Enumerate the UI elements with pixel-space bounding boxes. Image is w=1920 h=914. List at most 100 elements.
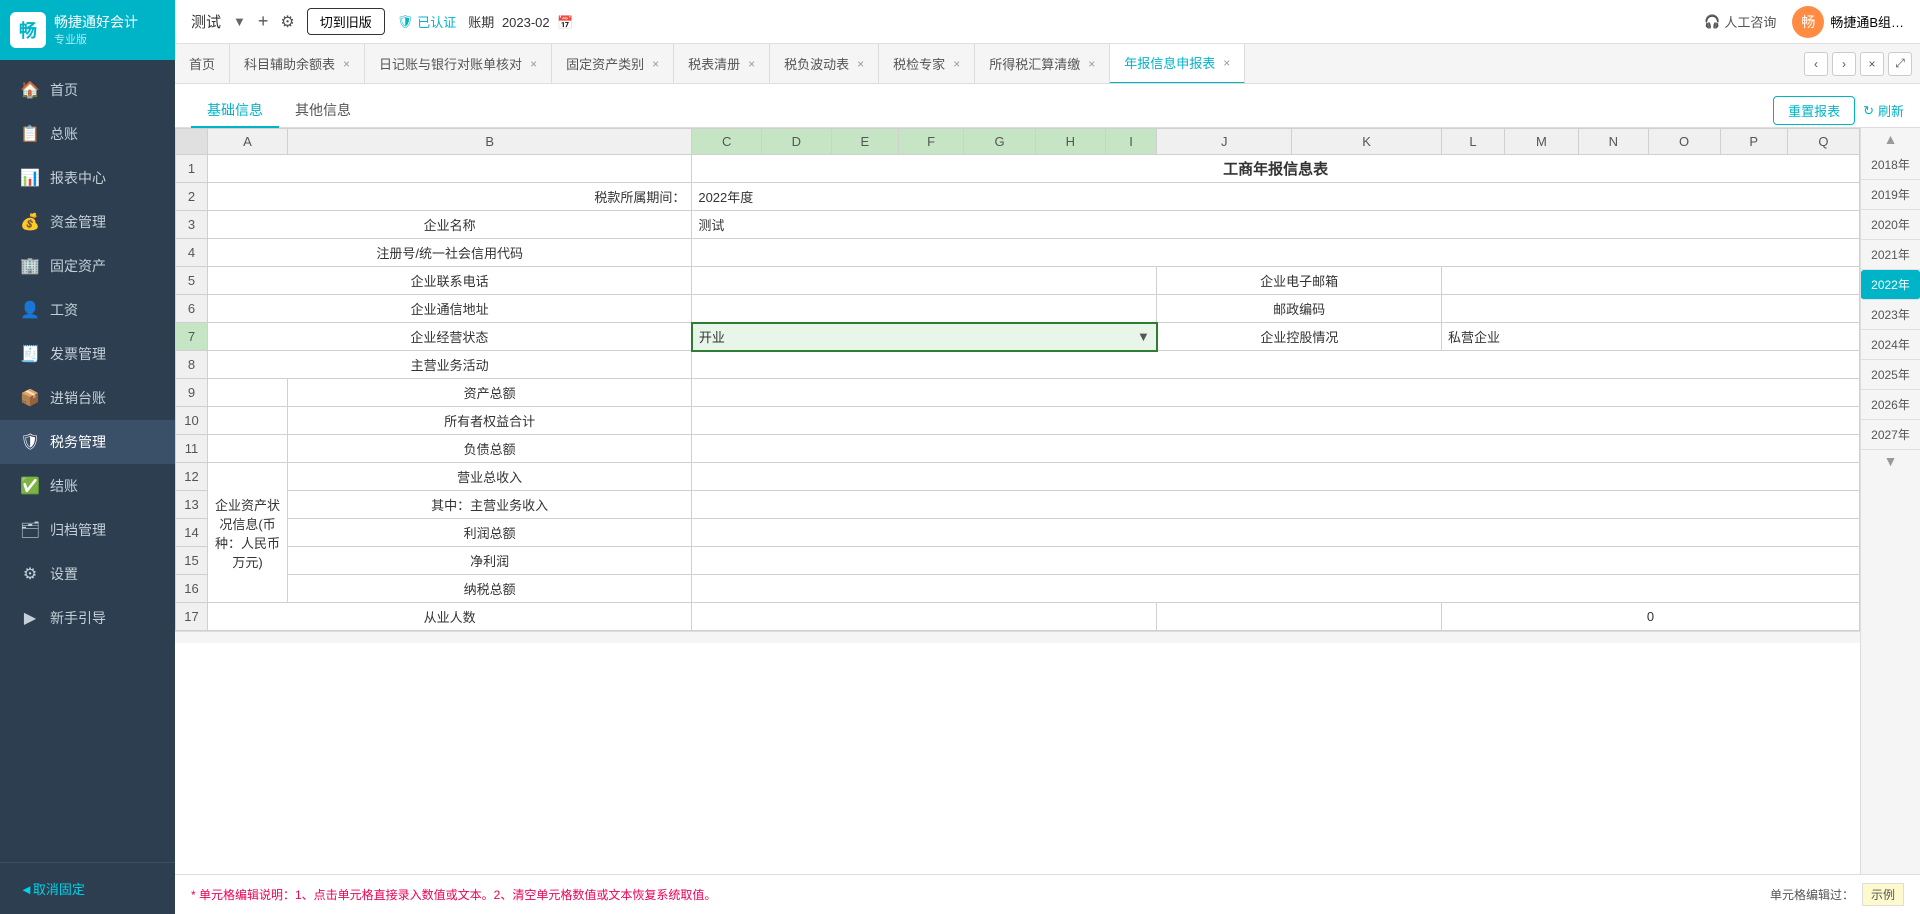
tab-close-icon[interactable]: × <box>343 57 350 71</box>
reset-report-button[interactable]: 重置报表 <box>1773 96 1855 125</box>
col-header-B[interactable]: B <box>288 129 692 155</box>
col-header-E[interactable]: E <box>831 129 898 155</box>
sidebar-fix-button[interactable]: ◄取消固定 <box>10 873 165 904</box>
cell-8-value[interactable] <box>692 351 1860 379</box>
sidebar-item-总账[interactable]: 📋总账 <box>0 112 175 156</box>
cell-7-dropdown[interactable]: 开业 ▼ <box>692 323 1157 351</box>
year-2027[interactable]: 2027年 <box>1861 420 1920 450</box>
consult-button[interactable]: 🎧 人工咨询 <box>1704 12 1776 31</box>
year-2026[interactable]: 2026年 <box>1861 390 1920 420</box>
tab-next-button[interactable]: › <box>1832 52 1856 76</box>
tab-close-icon[interactable]: × <box>1223 56 1230 70</box>
tab-home[interactable]: 首页 <box>175 44 230 84</box>
year-2023[interactable]: 2023年 <box>1861 300 1920 330</box>
year-2018[interactable]: 2018年 <box>1861 150 1920 180</box>
cell-11-A[interactable] <box>208 435 288 463</box>
col-header-F[interactable]: F <box>898 129 963 155</box>
cell-1-title[interactable]: 工商年报信息表 <box>692 155 1860 183</box>
col-header-L[interactable]: L <box>1441 129 1504 155</box>
tab-journal-bank[interactable]: 日记账与银行对账单核对 × <box>365 44 552 84</box>
cell-17-value[interactable] <box>692 603 1157 631</box>
tab-prev-button[interactable]: ‹ <box>1804 52 1828 76</box>
col-header-C[interactable]: C <box>692 129 762 155</box>
tab-annual-report[interactable]: 年报信息申报表 × <box>1110 44 1245 84</box>
cell-5-right-value[interactable] <box>1441 267 1859 295</box>
cell-4-value[interactable] <box>692 239 1860 267</box>
tab-close-icon[interactable]: × <box>652 57 659 71</box>
col-header-P[interactable]: P <box>1720 129 1787 155</box>
sidebar-item-资金管理[interactable]: 💰资金管理 <box>0 200 175 244</box>
cell-9-A[interactable] <box>208 379 288 407</box>
subtab-other-info[interactable]: 其他信息 <box>279 94 367 128</box>
year-2025[interactable]: 2025年 <box>1861 360 1920 390</box>
cell-14-value[interactable] <box>692 519 1860 547</box>
cell-13-value[interactable] <box>692 491 1860 519</box>
sidebar-item-工资[interactable]: 👤工资 <box>0 288 175 332</box>
subtab-basic-info[interactable]: 基础信息 <box>191 94 279 128</box>
cell-10-A[interactable] <box>208 407 288 435</box>
year-2020[interactable]: 2020年 <box>1861 210 1920 240</box>
sidebar-item-首页[interactable]: 🏠首页 <box>0 68 175 112</box>
year-2022[interactable]: 2022年 <box>1861 270 1920 300</box>
cell-17-mid[interactable] <box>1157 603 1442 631</box>
sidebar-item-报表中心[interactable]: 📊报表中心 <box>0 156 175 200</box>
col-header-I[interactable]: I <box>1105 129 1157 155</box>
sidebar-item-结账[interactable]: ✅结账 <box>0 464 175 508</box>
sidebar-item-新手引导[interactable]: ▶新手引导 <box>0 596 175 640</box>
user-menu[interactable]: 畅 畅捷通B组… <box>1792 6 1904 38</box>
tab-auxiliary-balance[interactable]: 科目辅助余额表 × <box>230 44 365 84</box>
calendar-icon[interactable]: 📅 <box>557 15 573 30</box>
col-header-M[interactable]: M <box>1504 129 1578 155</box>
scroll-down-button[interactable]: ▼ <box>1861 450 1920 472</box>
tab-tax-fluctuation[interactable]: 税负波动表 × <box>770 44 879 84</box>
year-2024[interactable]: 2024年 <box>1861 330 1920 360</box>
tab-close-icon[interactable]: × <box>953 57 960 71</box>
tab-tax-table[interactable]: 税表清册 × <box>674 44 770 84</box>
sidebar-item-设置[interactable]: ⚙设置 <box>0 552 175 596</box>
cell-3-value[interactable]: 测试 <box>692 211 1860 239</box>
add-icon[interactable]: + <box>258 11 269 32</box>
sidebar-item-发票管理[interactable]: 🧾发票管理 <box>0 332 175 376</box>
col-header-N[interactable]: N <box>1579 129 1649 155</box>
cell-10-value[interactable] <box>692 407 1860 435</box>
col-header-K[interactable]: K <box>1292 129 1442 155</box>
col-header-O[interactable]: O <box>1648 129 1720 155</box>
tab-close-icon[interactable]: × <box>748 57 755 71</box>
tab-expand-button[interactable]: ⤢ <box>1888 52 1912 76</box>
col-header-A[interactable]: A <box>208 129 288 155</box>
tab-fixed-assets-category[interactable]: 固定资产类别 × <box>552 44 674 84</box>
cell-7-right-value[interactable]: 私营企业 <box>1441 323 1859 351</box>
tab-close-icon[interactable]: × <box>857 57 864 71</box>
year-2021[interactable]: 2021年 <box>1861 240 1920 270</box>
col-header-D[interactable]: D <box>761 129 831 155</box>
cell-6-right-value[interactable] <box>1441 295 1859 323</box>
year-2019[interactable]: 2019年 <box>1861 180 1920 210</box>
spreadsheet-main[interactable]: A B C D E F G H I J K L <box>175 128 1860 874</box>
tab-close-icon[interactable]: × <box>530 57 537 71</box>
sidebar-item-归档管理[interactable]: 🗂归档管理 <box>0 508 175 552</box>
cell-16-value[interactable] <box>692 575 1860 603</box>
col-header-H[interactable]: H <box>1036 129 1106 155</box>
cell-5-value[interactable] <box>692 267 1157 295</box>
cell-2-value[interactable]: 2022年度 <box>692 183 1860 211</box>
tab-income-tax[interactable]: 所得税汇算清缴 × <box>975 44 1110 84</box>
cell-17-right[interactable]: 0 <box>1441 603 1859 631</box>
horizontal-scroll[interactable] <box>175 631 1860 643</box>
cell-12-value[interactable] <box>692 463 1860 491</box>
col-header-J[interactable]: J <box>1157 129 1292 155</box>
sidebar-item-固定资产[interactable]: 🏢固定资产 <box>0 244 175 288</box>
col-header-Q[interactable]: Q <box>1787 129 1859 155</box>
tab-close-all-button[interactable]: × <box>1860 52 1884 76</box>
title-dropdown-icon[interactable]: ▼ <box>233 14 246 29</box>
refresh-button[interactable]: ↻ 刷新 <box>1863 96 1904 125</box>
col-header-G[interactable]: G <box>964 129 1036 155</box>
cell-15-value[interactable] <box>692 547 1860 575</box>
scroll-up-button[interactable]: ▲ <box>1861 128 1920 150</box>
cell-6-value[interactable] <box>692 295 1157 323</box>
sidebar-item-税务管理[interactable]: 🛡税务管理 <box>0 420 175 464</box>
cell-1-AB[interactable] <box>208 155 692 183</box>
sidebar-item-进销台账[interactable]: 📦进销台账 <box>0 376 175 420</box>
cell-11-value[interactable] <box>692 435 1860 463</box>
switch-version-button[interactable]: 切到旧版 <box>307 8 385 35</box>
tab-tax-expert[interactable]: 税检专家 × <box>879 44 975 84</box>
